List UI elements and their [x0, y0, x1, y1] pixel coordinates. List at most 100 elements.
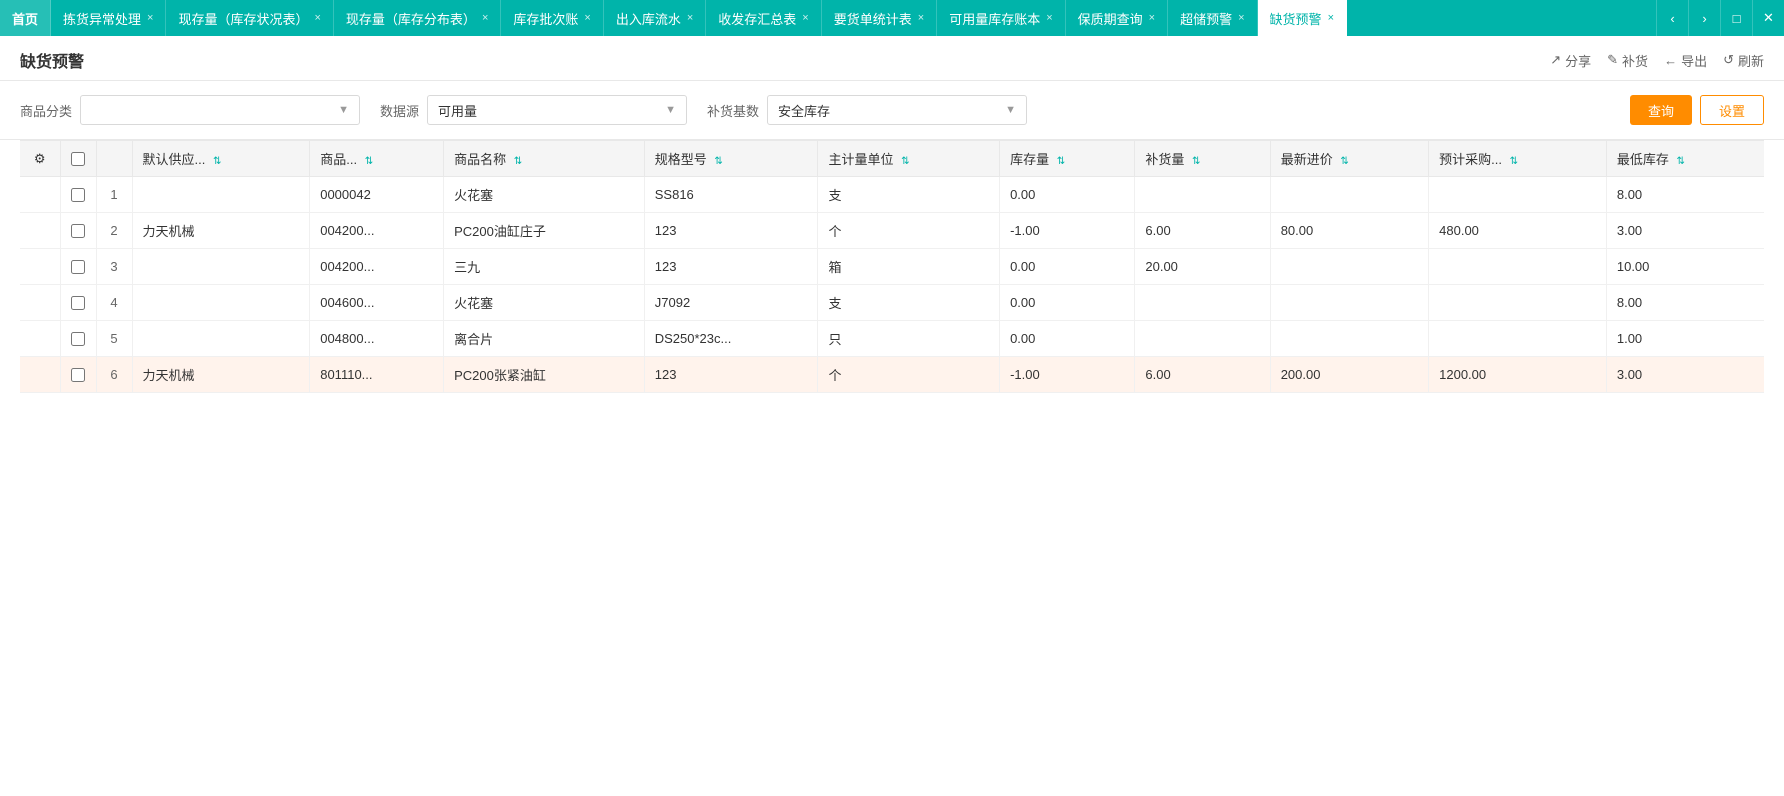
nav-tab-batch-account-close[interactable]: ×: [584, 12, 590, 24]
nav-tab-inventory-status[interactable]: 现存量（库存状况表） ×: [166, 0, 333, 36]
restock-icon: ✎: [1607, 52, 1618, 68]
row-min-stock: 10.00: [1606, 249, 1764, 285]
nav-tab-inout-flow[interactable]: 出入库流水 ×: [604, 0, 706, 36]
page-title: 缺货预警: [20, 48, 1550, 72]
row-stock: 0.00: [1000, 249, 1135, 285]
col-est-purchase-label: 预计采购...: [1439, 152, 1502, 167]
table-row: 2 力天机械 004200... PC200油缸庄子 123 个 -1.00 6…: [20, 213, 1764, 249]
col-spec-sort-icon[interactable]: ⇅: [714, 156, 722, 167]
row-gear-cell: [20, 285, 60, 321]
col-code-sort-icon[interactable]: ⇅: [365, 156, 373, 167]
settings-gear-icon[interactable]: ⚙: [34, 151, 46, 167]
row-restock: 6.00: [1135, 213, 1270, 249]
nav-tab-recv-summary[interactable]: 收发存汇总表 ×: [706, 0, 821, 36]
nav-tab-order-stats-close[interactable]: ×: [918, 12, 924, 24]
row-checkbox[interactable]: [71, 332, 85, 346]
row-name: 离合片: [444, 321, 645, 357]
col-name-label: 商品名称: [454, 152, 506, 167]
row-unit: 箱: [818, 249, 1000, 285]
nav-tab-batch-account[interactable]: 库存批次账 ×: [501, 0, 603, 36]
col-latest-price-sort-icon[interactable]: ⇅: [1340, 156, 1348, 167]
nav-tab-avail-ledger-label: 可用量库存账本: [949, 9, 1040, 28]
row-est-purchase: [1429, 285, 1607, 321]
row-stock: 0.00: [1000, 177, 1135, 213]
page-header: 缺货预警 ↗ 分享 ✎ 补货 ← 导出 ↺ 刷新: [0, 36, 1784, 81]
nav-restore-btn[interactable]: □: [1720, 0, 1752, 36]
nav-tab-overstock[interactable]: 超储预警 ×: [1168, 0, 1257, 36]
row-unit: 支: [818, 285, 1000, 321]
col-min-stock-label: 最低库存: [1617, 152, 1669, 167]
row-checkbox[interactable]: [71, 188, 85, 202]
row-number: 5: [96, 321, 132, 357]
row-latest-price: [1270, 321, 1428, 357]
restock-base-value: 安全库存: [778, 101, 1005, 120]
nav-tab-recv-summary-label: 收发存汇总表: [718, 9, 796, 28]
row-checkbox[interactable]: [71, 368, 85, 382]
nav-tab-inventory-status-close[interactable]: ×: [314, 12, 320, 24]
nav-tab-recv-summary-close[interactable]: ×: [802, 12, 808, 24]
col-name-sort-icon[interactable]: ⇅: [514, 156, 522, 167]
row-number: 1: [96, 177, 132, 213]
nav-tab-inout-flow-close[interactable]: ×: [687, 12, 693, 24]
page-content: 缺货预警 ↗ 分享 ✎ 补货 ← 导出 ↺ 刷新 商品分类: [0, 36, 1784, 796]
nav-tab-expiry-query-close[interactable]: ×: [1149, 12, 1155, 24]
col-num: [96, 141, 132, 177]
row-min-stock: 8.00: [1606, 285, 1764, 321]
row-name: PC200油缸庄子: [444, 213, 645, 249]
data-table: ⚙ 默认供应... ⇅ 商品... ⇅: [20, 140, 1764, 393]
nav-prev-btn[interactable]: ‹: [1656, 0, 1688, 36]
row-spec: 123: [644, 213, 818, 249]
col-unit-sort-icon[interactable]: ⇅: [901, 156, 909, 167]
settings-button[interactable]: 设置: [1700, 95, 1764, 125]
nav-tab-shortage[interactable]: 缺货预警 ×: [1258, 0, 1347, 36]
nav-tab-home[interactable]: 首页: [0, 0, 51, 36]
datasource-arrow-icon: ▼: [665, 104, 676, 116]
nav-tab-avail-ledger[interactable]: 可用量库存账本 ×: [937, 0, 1065, 36]
nav-tab-order-stats[interactable]: 要货单统计表 ×: [822, 0, 937, 36]
nav-tab-inventory-dist[interactable]: 现存量（库存分布表） ×: [334, 0, 501, 36]
row-checkbox[interactable]: [71, 224, 85, 238]
row-supplier: [132, 249, 310, 285]
row-checkbox[interactable]: [71, 296, 85, 310]
row-spec: DS250*23c...: [644, 321, 818, 357]
nav-next-btn[interactable]: ›: [1688, 0, 1720, 36]
nav-tab-expiry-query[interactable]: 保质期查询 ×: [1066, 0, 1168, 36]
col-est-purchase-sort-icon[interactable]: ⇅: [1510, 156, 1518, 167]
nav-close-btn[interactable]: ✕: [1752, 0, 1784, 36]
row-checkbox[interactable]: [71, 260, 85, 274]
share-button[interactable]: ↗ 分享: [1550, 51, 1591, 70]
nav-tab-overstock-close[interactable]: ×: [1238, 12, 1244, 24]
row-number: 4: [96, 285, 132, 321]
row-gear-cell: [20, 321, 60, 357]
restock-base-select[interactable]: 安全库存 ▼: [767, 95, 1027, 125]
nav-tab-defect-process[interactable]: 拣货异常处理 ×: [51, 0, 166, 36]
nav-tab-inventory-dist-close[interactable]: ×: [482, 12, 488, 24]
nav-tab-order-stats-label: 要货单统计表: [834, 9, 912, 28]
row-min-stock: 3.00: [1606, 357, 1764, 393]
restock-button[interactable]: ✎ 补货: [1607, 51, 1648, 70]
refresh-button[interactable]: ↺ 刷新: [1723, 51, 1764, 70]
row-spec: SS816: [644, 177, 818, 213]
export-button[interactable]: ← 导出: [1664, 51, 1707, 70]
nav-tab-shortage-close[interactable]: ×: [1328, 12, 1334, 24]
col-min-stock-sort-icon[interactable]: ⇅: [1677, 156, 1685, 167]
select-all-checkbox[interactable]: [71, 152, 85, 166]
query-button[interactable]: 查询: [1630, 95, 1692, 125]
col-min-stock: 最低库存 ⇅: [1606, 141, 1764, 177]
datasource-select[interactable]: 可用量 ▼: [427, 95, 687, 125]
row-checkbox-cell: [60, 213, 96, 249]
restock-base-filter-group: 补货基数 安全库存 ▼: [707, 95, 1027, 125]
row-code: 004800...: [310, 321, 444, 357]
restock-base-label: 补货基数: [707, 101, 759, 120]
row-latest-price: [1270, 285, 1428, 321]
row-unit: 个: [818, 357, 1000, 393]
col-code-label: 商品...: [320, 152, 357, 167]
col-stock-sort-icon[interactable]: ⇅: [1057, 156, 1065, 167]
nav-tab-defect-process-close[interactable]: ×: [147, 12, 153, 24]
table-header-row: ⚙ 默认供应... ⇅ 商品... ⇅: [20, 141, 1764, 177]
col-supplier-sort-icon[interactable]: ⇅: [213, 156, 221, 167]
category-select[interactable]: ▼: [80, 95, 360, 125]
col-unit-label: 主计量单位: [828, 152, 893, 167]
nav-tab-avail-ledger-close[interactable]: ×: [1046, 12, 1052, 24]
col-restock-sort-icon[interactable]: ⇅: [1192, 156, 1200, 167]
